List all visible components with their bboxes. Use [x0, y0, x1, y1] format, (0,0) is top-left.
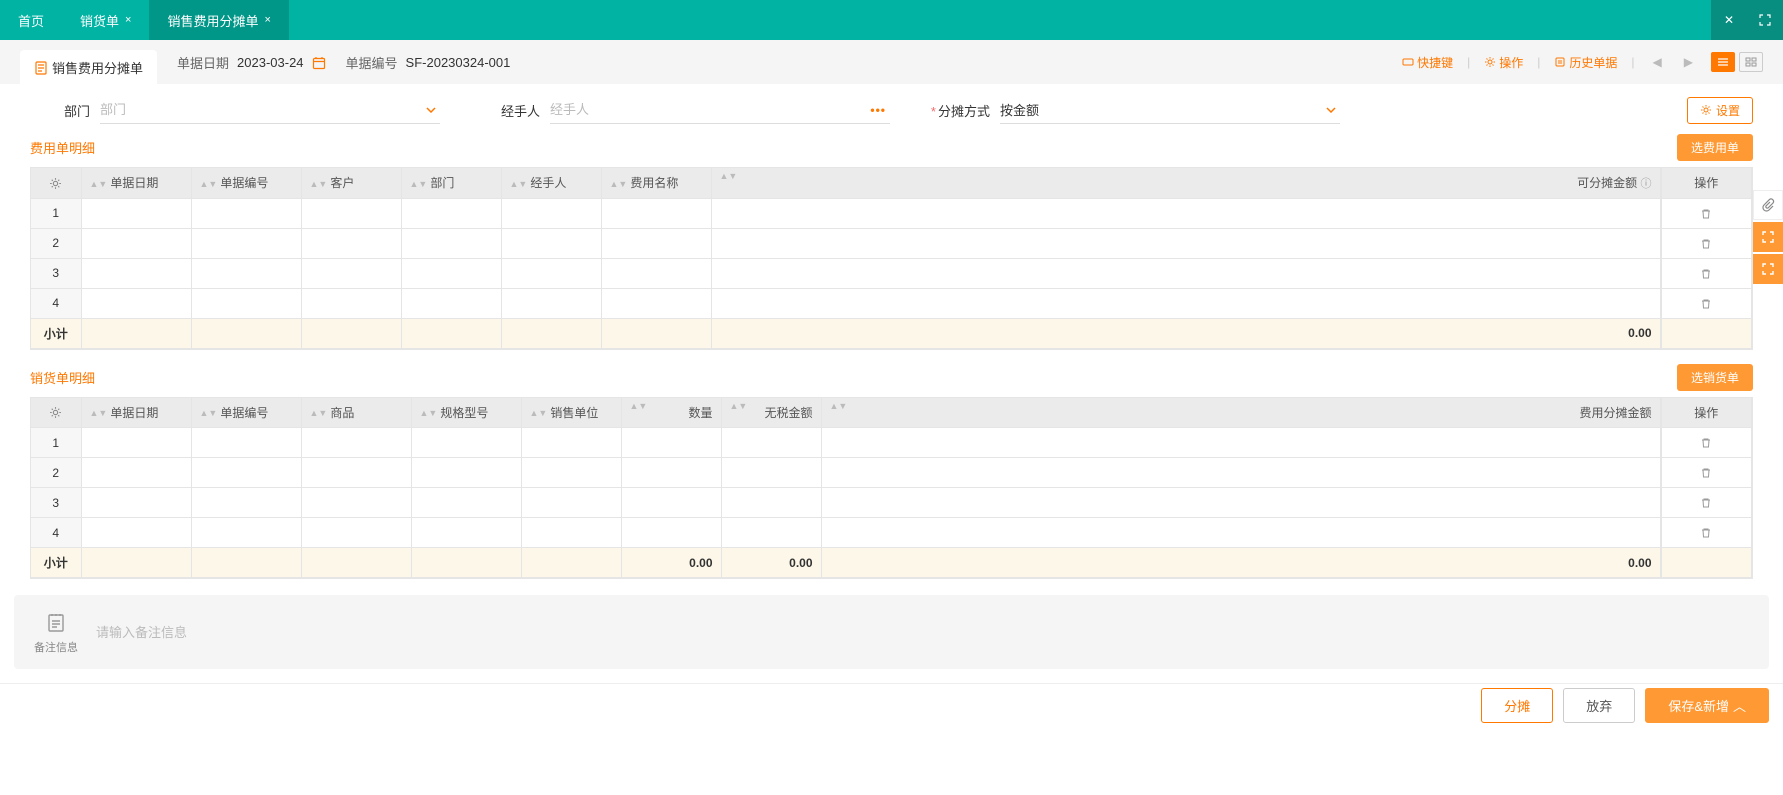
form-area: 部门 经手人 ••• *分摊方式	[0, 84, 1783, 128]
select-expense-button[interactable]: 选费用单	[1677, 134, 1753, 161]
document-header: 销售费用分摊单 单据日期 2023-03-24 单据编号 SF-20230324…	[0, 40, 1783, 84]
trash-icon[interactable]	[1700, 206, 1712, 220]
number-label: 单据编号	[346, 53, 398, 72]
footer-bar: 分摊 放弃 保存&新增 ︿	[0, 683, 1783, 727]
tab-sales-expense-alloc[interactable]: 销售费用分摊单×	[149, 0, 288, 40]
handler-input[interactable]	[550, 102, 890, 117]
expand-icon	[1761, 230, 1775, 244]
shortcut-button[interactable]: 快捷键	[1402, 54, 1453, 71]
chevron-down-icon[interactable]	[1326, 103, 1336, 117]
gear-icon[interactable]	[49, 176, 62, 190]
fullscreen-button[interactable]	[1747, 0, 1783, 40]
next-arrow[interactable]: ▶	[1680, 55, 1697, 69]
chevron-down-icon[interactable]	[426, 103, 436, 117]
tab-home[interactable]: 首页	[0, 0, 62, 40]
gear-icon	[1484, 56, 1496, 68]
sales-title: 销货单明细	[30, 368, 95, 387]
view-mode-grid[interactable]	[1739, 52, 1763, 72]
close-icon[interactable]: ×	[125, 14, 131, 26]
allocate-button[interactable]: 分摊	[1481, 688, 1553, 723]
table-row[interactable]: 4	[31, 288, 1660, 318]
expense-title: 费用单明细	[30, 138, 95, 157]
paperclip-icon	[1761, 198, 1775, 212]
expand-button[interactable]	[1753, 222, 1783, 252]
prev-arrow[interactable]: ◀	[1649, 55, 1666, 69]
table-row[interactable]: 1	[31, 428, 1660, 458]
handler-field: 经手人 •••	[480, 96, 890, 124]
window-controls: ✕	[1711, 0, 1783, 40]
tab-bar: 首页 销货单× 销售费用分摊单× ✕	[0, 0, 1783, 40]
gear-icon	[1700, 104, 1712, 116]
trash-icon[interactable]	[1700, 526, 1712, 540]
header-actions: 快捷键 | 操作 | 历史单据 | ◀ ▶	[1402, 52, 1763, 72]
number-value: SF-20230324-001	[406, 55, 511, 70]
document-type-tab: 销售费用分摊单	[20, 50, 157, 85]
notes-icon	[45, 609, 67, 635]
dept-input[interactable]	[100, 102, 440, 117]
sales-section: 销货单明细 选销货单 ▲▼单据日期 ▲▼单据编号 ▲▼商品 ▲▼规格型号 ▲▼销…	[0, 358, 1783, 588]
history-button[interactable]: 历史单据	[1554, 54, 1617, 71]
chevron-up-icon: ︿	[1733, 696, 1746, 715]
document-type-label: 销售费用分摊单	[52, 58, 143, 77]
trash-icon[interactable]	[1700, 266, 1712, 280]
close-icon[interactable]: ×	[264, 14, 270, 26]
view-mode-list[interactable]	[1711, 52, 1735, 72]
method-field: *分摊方式	[930, 96, 1340, 124]
trash-icon[interactable]	[1700, 236, 1712, 250]
operate-button[interactable]: 操作	[1484, 54, 1523, 71]
expand-button-2[interactable]	[1753, 254, 1783, 284]
settings-button[interactable]: 设置	[1687, 97, 1753, 124]
expand-icon	[1759, 14, 1771, 26]
history-icon	[1554, 56, 1566, 68]
select-sales-button[interactable]: 选销货单	[1677, 364, 1753, 391]
expense-table: ▲▼单据日期 ▲▼单据编号 ▲▼客户 ▲▼部门 ▲▼经手人 ▲▼费用名称 ▲▼可…	[31, 168, 1661, 349]
document-icon	[34, 59, 48, 75]
remarks-input[interactable]	[96, 625, 1749, 640]
table-row[interactable]: 3	[31, 258, 1660, 288]
discard-button[interactable]: 放弃	[1563, 688, 1635, 723]
dept-field: 部门	[30, 96, 440, 124]
calendar-icon[interactable]	[312, 54, 326, 70]
expense-section: 费用单明细 选费用单 ▲▼单据日期 ▲▼单据编号 ▲▼客户 ▲▼部门 ▲▼经手人…	[0, 128, 1783, 358]
close-window-button[interactable]: ✕	[1711, 0, 1747, 40]
help-icon[interactable]: ⓘ	[1641, 178, 1652, 190]
more-icon[interactable]: •••	[870, 103, 886, 117]
trash-icon[interactable]	[1700, 436, 1712, 450]
save-new-button[interactable]: 保存&新增 ︿	[1645, 688, 1769, 723]
method-select[interactable]	[1000, 102, 1340, 117]
table-row[interactable]: 3	[31, 488, 1660, 518]
trash-icon[interactable]	[1700, 496, 1712, 510]
subtotal-row: 小计0.000.000.00	[31, 548, 1660, 578]
side-dock	[1753, 190, 1783, 286]
tab-sales-order[interactable]: 销货单×	[62, 0, 149, 40]
expand-icon	[1761, 262, 1775, 276]
sales-table: ▲▼单据日期 ▲▼单据编号 ▲▼商品 ▲▼规格型号 ▲▼销售单位 ▲▼数量 ▲▼…	[31, 398, 1661, 579]
attachment-button[interactable]	[1753, 190, 1783, 220]
table-row[interactable]: 4	[31, 518, 1660, 548]
trash-icon[interactable]	[1700, 296, 1712, 310]
table-row[interactable]: 2	[31, 228, 1660, 258]
table-row[interactable]: 2	[31, 458, 1660, 488]
date-value[interactable]: 2023-03-24	[237, 55, 304, 70]
subtotal-row: 小计0.00	[31, 318, 1660, 348]
gear-icon[interactable]	[49, 405, 62, 419]
table-row[interactable]: 1	[31, 198, 1660, 228]
remarks-area: 备注信息	[14, 595, 1769, 669]
trash-icon[interactable]	[1700, 466, 1712, 480]
keyboard-icon	[1402, 56, 1414, 68]
view-mode-toggle	[1711, 52, 1763, 72]
date-label: 单据日期	[177, 53, 229, 72]
